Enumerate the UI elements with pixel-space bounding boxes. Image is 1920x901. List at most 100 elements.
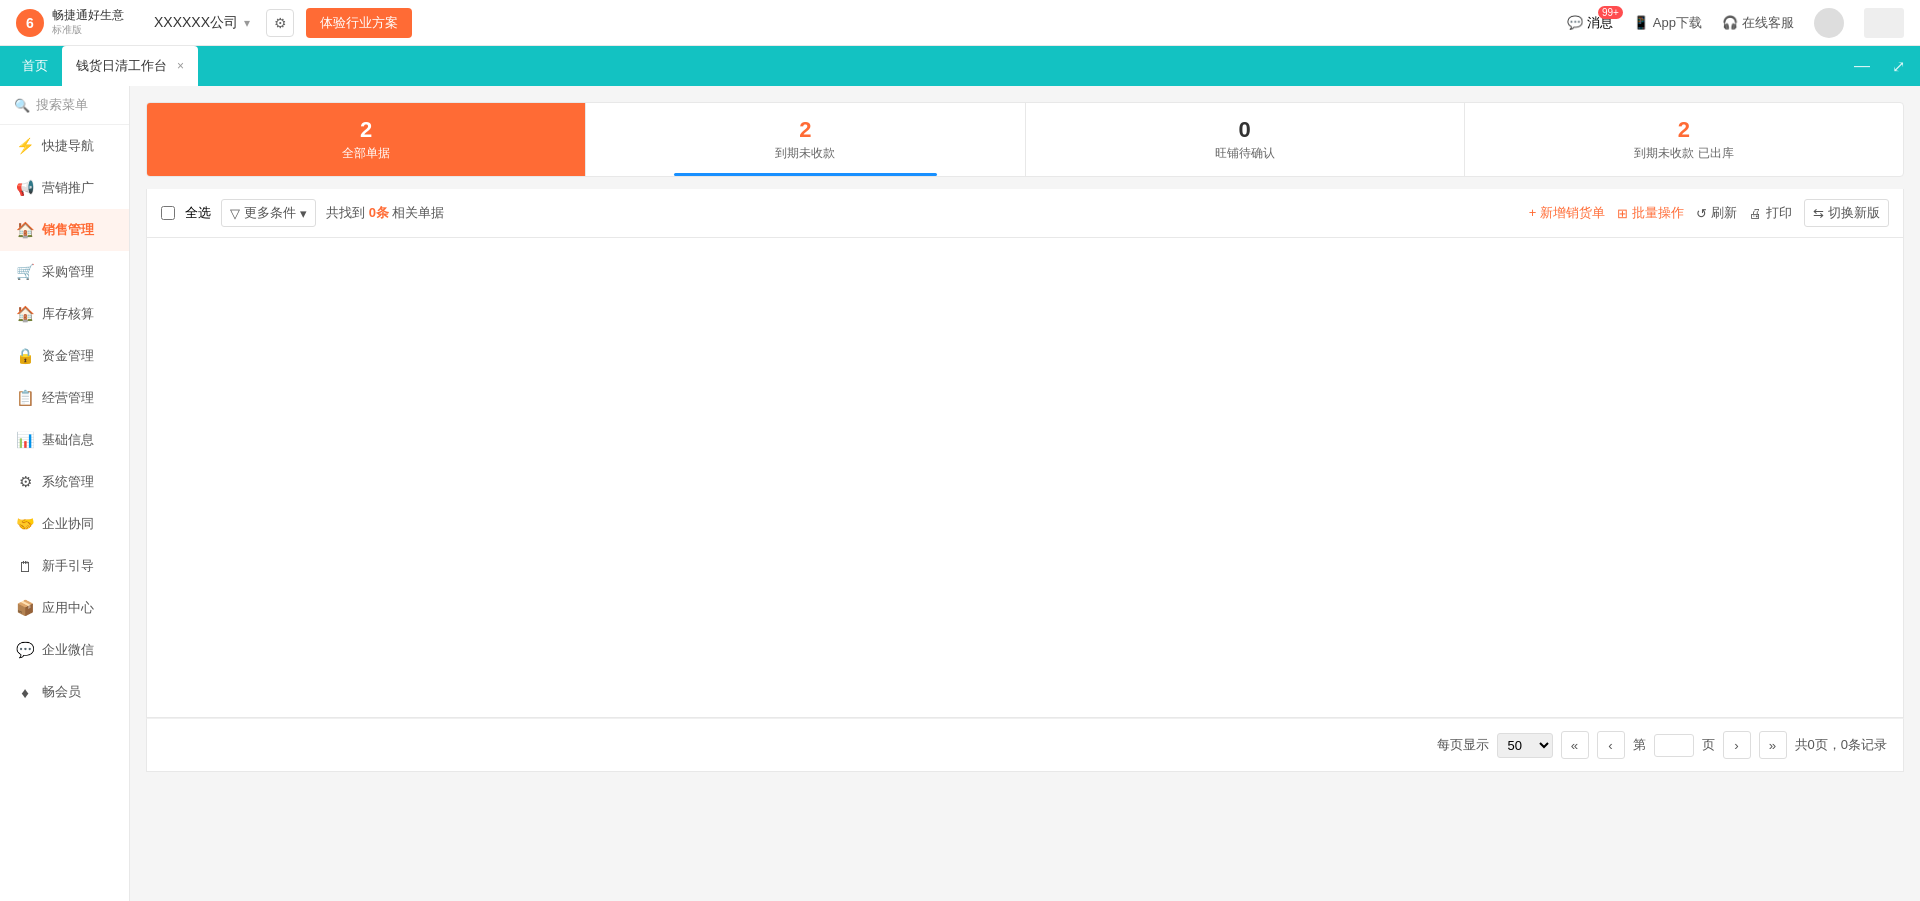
operations-icon: 📋 [16,389,34,407]
message-badge: 99+ [1598,6,1623,19]
switch-version-button[interactable]: ⇆ 切换新版 [1804,199,1889,227]
batch-label: 批量操作 [1632,204,1684,222]
sidebar-item-label: 快捷导航 [42,137,94,155]
stat-label-shipped: 到期未收款 已出库 [1485,145,1883,162]
sidebar-item-system[interactable]: ⚙ 系统管理 [0,461,129,503]
sidebar-item-label: 销售管理 [42,221,94,239]
sidebar-item-sales[interactable]: 🏠 销售管理 [0,209,129,251]
refresh-button[interactable]: ↺ 刷新 [1696,204,1737,222]
sidebar-item-enterprise[interactable]: 🤝 企业协同 [0,503,129,545]
header-right: 💬 消息 99+ 📱 App下载 🎧 在线客服 [1567,8,1904,38]
stat-label-overdue: 到期未收款 [606,145,1004,162]
avatar[interactable] [1814,8,1844,38]
message-button[interactable]: 💬 消息 99+ [1567,14,1613,32]
message-icon: 💬 [1567,15,1583,30]
found-suffix: 相关单据 [392,205,444,220]
sidebar-item-label: 新手引导 [42,557,94,575]
top-header: 6 畅捷通好生意 标准版 XXXXXX公司 ▾ ⚙ 体验行业方案 💬 消息 99… [0,0,1920,46]
first-page-button[interactable]: « [1561,731,1589,759]
sidebar-item-quick-nav[interactable]: ⚡ 快捷导航 [0,125,129,167]
sidebar: 🔍 搜索菜单 ⚡ 快捷导航 📢 营销推广 🏠 销售管理 🛒 采购管理 🏠 库存核… [0,86,130,901]
guide-icon: 🗒 [16,558,34,575]
table-area [146,238,1904,718]
batch-icon: ⊞ [1617,206,1628,221]
stats-cards: 2 全部单据 2 到期未收款 0 旺铺待确认 2 到期未收款 已出库 [146,102,1904,177]
sidebar-item-inventory[interactable]: 🏠 库存核算 [0,293,129,335]
stat-label-pending: 旺铺待确认 [1046,145,1444,162]
sidebar-item-basic-info[interactable]: 📊 基础信息 [0,419,129,461]
tab-workbench[interactable]: 钱货日清工作台 × [62,46,198,86]
sidebar-item-guide[interactable]: 🗒 新手引导 [0,545,129,587]
sidebar-item-label: 系统管理 [42,473,94,491]
sidebar-item-label: 企业协同 [42,515,94,533]
tab-bar: 首页 钱货日清工作台 × — ⤢ [0,46,1920,86]
tab-home-label: 首页 [22,57,48,75]
last-page-button[interactable]: » [1759,731,1787,759]
print-icon: 🖨 [1749,206,1762,221]
toolbar-right: + 新增销货单 ⊞ 批量操作 ↺ 刷新 🖨 打印 ⇆ 切换新版 [1529,199,1889,227]
sidebar-item-marketing[interactable]: 📢 营销推广 [0,167,129,209]
sidebar-item-label: 经营管理 [42,389,94,407]
toolbar: 全选 ▽ 更多条件 ▾ 共找到 0条 相关单据 + 新增销货单 ⊞ 批量操作 ↺… [146,189,1904,238]
page-label: 第 [1633,736,1646,754]
batch-operation-button[interactable]: ⊞ 批量操作 [1617,204,1684,222]
basic-info-icon: 📊 [16,431,34,449]
add-sale-button[interactable]: + 新增销货单 [1529,204,1605,222]
company-selector[interactable]: XXXXXX公司 ▾ [154,14,250,32]
per-page-select[interactable]: 50 100 200 [1497,733,1553,758]
refresh-label: 刷新 [1711,204,1737,222]
switch-label: 切换新版 [1828,204,1880,222]
marketing-icon: 📢 [16,179,34,197]
app-download-button[interactable]: 📱 App下载 [1633,14,1702,32]
stat-number-overdue: 2 [606,117,1004,143]
service-icon: 🎧 [1722,15,1738,30]
stat-card-pending[interactable]: 0 旺铺待确认 [1026,103,1465,176]
stat-card-all[interactable]: 2 全部单据 [147,103,586,176]
sidebar-item-label: 营销推广 [42,179,94,197]
stat-card-shipped[interactable]: 2 到期未收款 已出库 [1465,103,1903,176]
tab-close-icon[interactable]: × [177,59,184,73]
quick-nav-icon: ⚡ [16,137,34,155]
tab-minimize-btn[interactable]: — [1848,52,1876,80]
purchase-icon: 🛒 [16,263,34,281]
per-page-label: 每页显示 [1437,736,1489,754]
main-content: 2 全部单据 2 到期未收款 0 旺铺待确认 2 到期未收款 已出库 全选 ▽ … [130,86,1920,901]
stat-underline [674,173,937,176]
tab-home[interactable]: 首页 [8,46,62,86]
app-label: App下载 [1653,14,1702,32]
sidebar-item-purchase[interactable]: 🛒 采购管理 [0,251,129,293]
select-all-checkbox[interactable] [161,206,175,220]
print-label: 打印 [1766,204,1792,222]
settings-icon[interactable]: ⚙ [266,9,294,37]
page-input[interactable]: 1 [1654,734,1694,757]
filter-button[interactable]: ▽ 更多条件 ▾ [221,199,316,227]
sidebar-item-operations[interactable]: 📋 经营管理 [0,377,129,419]
header-middle: ⚙ 体验行业方案 [250,8,1567,38]
sidebar-item-label: 库存核算 [42,305,94,323]
logo-text: 畅捷通好生意 [52,8,124,24]
stat-number-pending: 0 [1046,117,1444,143]
sidebar-item-app-center[interactable]: 📦 应用中心 [0,587,129,629]
found-text: 共找到 0条 相关单据 [326,204,444,222]
trial-button[interactable]: 体验行业方案 [306,8,412,38]
company-name: XXXXXX公司 [154,14,238,32]
print-button[interactable]: 🖨 打印 [1749,204,1792,222]
tab-maximize-btn[interactable]: ⤢ [1884,52,1912,80]
found-count: 0条 [369,205,389,220]
sidebar-search[interactable]: 🔍 搜索菜单 [0,86,129,125]
sidebar-item-label: 企业微信 [42,641,94,659]
finance-icon: 🔒 [16,347,34,365]
stat-card-overdue[interactable]: 2 到期未收款 [586,103,1025,176]
sidebar-item-member[interactable]: ♦ 畅会员 [0,671,129,713]
prev-page-button[interactable]: ‹ [1597,731,1625,759]
online-service-button[interactable]: 🎧 在线客服 [1722,14,1794,32]
sidebar-item-wechat[interactable]: 💬 企业微信 [0,629,129,671]
sales-icon: 🏠 [16,221,34,239]
next-page-button[interactable]: › [1723,731,1751,759]
app-center-icon: 📦 [16,599,34,617]
stat-number-shipped: 2 [1485,117,1883,143]
switch-icon: ⇆ [1813,206,1824,221]
sidebar-item-finance[interactable]: 🔒 资金管理 [0,335,129,377]
user-menu[interactable] [1864,8,1904,38]
enterprise-icon: 🤝 [16,515,34,533]
